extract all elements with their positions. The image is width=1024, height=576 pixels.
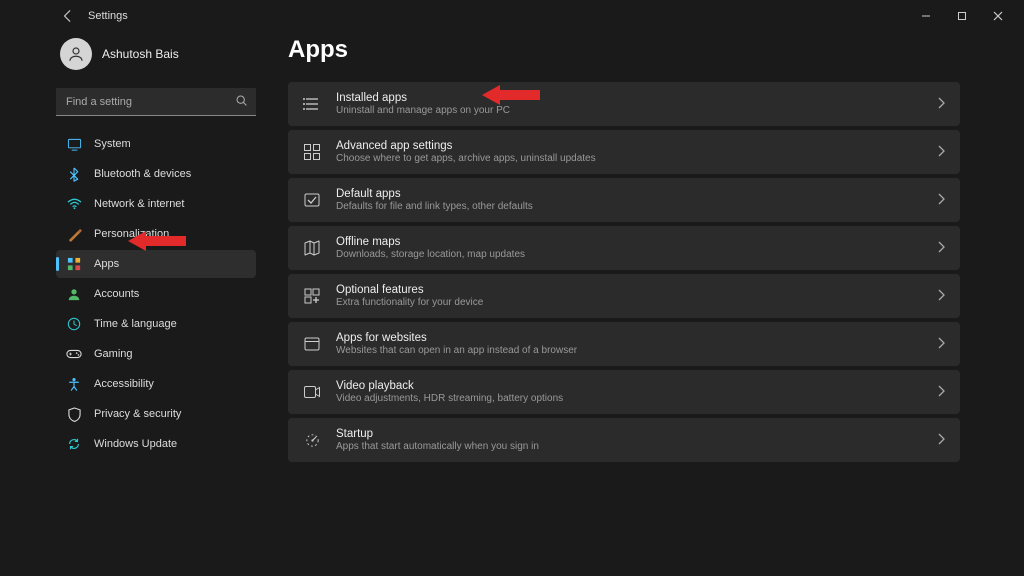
app-title: Settings	[88, 10, 128, 22]
close-icon	[993, 11, 1003, 21]
sidebar-item-label: Apps	[94, 258, 119, 270]
maximize-icon	[957, 11, 967, 21]
apps-websites-icon	[302, 334, 322, 354]
chevron-right-icon	[936, 97, 946, 112]
chevron-right-icon	[936, 193, 946, 208]
card-apps-for-websites[interactable]: Apps for websitesWebsites that can open …	[288, 322, 960, 366]
optional-features-icon	[302, 286, 322, 306]
default-apps-icon	[302, 190, 322, 210]
card-offline-maps[interactable]: Offline mapsDownloads, storage location,…	[288, 226, 960, 270]
card-startup[interactable]: StartupApps that start automatically whe…	[288, 418, 960, 462]
card-advanced-app-settings[interactable]: Advanced app settingsChoose where to get…	[288, 130, 960, 174]
sidebar-item-personalization[interactable]: Personalization	[56, 220, 256, 248]
card-desc: Websites that can open in an app instead…	[336, 345, 922, 356]
chevron-right-icon	[936, 385, 946, 400]
sidebar-item-gaming[interactable]: Gaming	[56, 340, 256, 368]
sidebar-item-label: System	[94, 138, 131, 150]
sidebar-item-label: Gaming	[94, 348, 133, 360]
sidebar-item-system[interactable]: System	[56, 130, 256, 158]
advanced-settings-icon	[302, 142, 322, 162]
card-desc: Downloads, storage location, map updates	[336, 249, 922, 260]
titlebar: Settings	[0, 0, 1024, 32]
chevron-right-icon	[936, 289, 946, 304]
sidebar-item-network[interactable]: Network & internet	[56, 190, 256, 218]
chevron-right-icon	[936, 337, 946, 352]
card-video-playback[interactable]: Video playbackVideo adjustments, HDR str…	[288, 370, 960, 414]
privacy-icon	[66, 406, 82, 422]
search-input[interactable]	[56, 88, 256, 116]
video-icon	[302, 382, 322, 402]
update-icon	[66, 436, 82, 452]
chevron-right-icon	[936, 241, 946, 256]
minimize-icon	[921, 11, 931, 21]
sidebar-item-label: Personalization	[94, 228, 169, 240]
time-icon	[66, 316, 82, 332]
card-desc: Defaults for file and link types, other …	[336, 201, 922, 212]
installed-apps-icon	[302, 94, 322, 114]
card-default-apps[interactable]: Default appsDefaults for file and link t…	[288, 178, 960, 222]
card-title: Video playback	[336, 380, 922, 392]
close-button[interactable]	[980, 2, 1016, 30]
card-desc: Extra functionality for your device	[336, 297, 922, 308]
bluetooth-icon	[66, 166, 82, 182]
sidebar-item-time[interactable]: Time & language	[56, 310, 256, 338]
gaming-icon	[66, 346, 82, 362]
back-button[interactable]	[56, 4, 80, 28]
search-icon	[235, 94, 248, 110]
sidebar-item-apps[interactable]: Apps	[56, 250, 256, 278]
accounts-icon	[66, 286, 82, 302]
minimize-button[interactable]	[908, 2, 944, 30]
card-desc: Video adjustments, HDR streaming, batter…	[336, 393, 922, 404]
sidebar-item-label: Time & language	[94, 318, 177, 330]
user-name: Ashutosh Bais	[102, 47, 179, 61]
system-icon	[66, 136, 82, 152]
apps-icon	[66, 256, 82, 272]
sidebar-item-bluetooth[interactable]: Bluetooth & devices	[56, 160, 256, 188]
card-desc: Uninstall and manage apps on your PC	[336, 105, 922, 116]
sidebar: Ashutosh Bais System Bluetooth & devices…	[56, 32, 256, 576]
profile[interactable]: Ashutosh Bais	[56, 32, 256, 84]
sidebar-item-label: Network & internet	[94, 198, 184, 210]
sidebar-item-privacy[interactable]: Privacy & security	[56, 400, 256, 428]
chevron-right-icon	[936, 433, 946, 448]
settings-list: Installed appsUninstall and manage apps …	[288, 82, 960, 462]
card-installed-apps[interactable]: Installed appsUninstall and manage apps …	[288, 82, 960, 126]
sidebar-item-label: Privacy & security	[94, 408, 181, 420]
card-title: Apps for websites	[336, 332, 922, 344]
window-controls	[908, 2, 1016, 30]
sidebar-item-label: Accounts	[94, 288, 139, 300]
personalization-icon	[66, 226, 82, 242]
page-title: Apps	[288, 36, 960, 64]
sidebar-item-update[interactable]: Windows Update	[56, 430, 256, 458]
arrow-left-icon	[61, 9, 75, 23]
card-title: Startup	[336, 428, 922, 440]
avatar	[60, 38, 92, 70]
sidebar-item-accounts[interactable]: Accounts	[56, 280, 256, 308]
search-container	[56, 88, 256, 116]
sidebar-item-label: Windows Update	[94, 438, 177, 450]
network-icon	[66, 196, 82, 212]
nav-list: System Bluetooth & devices Network & int…	[56, 130, 256, 458]
sidebar-item-accessibility[interactable]: Accessibility	[56, 370, 256, 398]
maximize-button[interactable]	[944, 2, 980, 30]
card-title: Advanced app settings	[336, 140, 922, 152]
person-icon	[67, 45, 85, 63]
card-optional-features[interactable]: Optional featuresExtra functionality for…	[288, 274, 960, 318]
card-title: Optional features	[336, 284, 922, 296]
card-title: Installed apps	[336, 92, 922, 104]
startup-icon	[302, 430, 322, 450]
main-panel: Apps Installed appsUninstall and manage …	[256, 32, 1000, 576]
maps-icon	[302, 238, 322, 258]
card-desc: Apps that start automatically when you s…	[336, 441, 922, 452]
card-desc: Choose where to get apps, archive apps, …	[336, 153, 922, 164]
card-title: Offline maps	[336, 236, 922, 248]
sidebar-item-label: Bluetooth & devices	[94, 168, 191, 180]
sidebar-item-label: Accessibility	[94, 378, 154, 390]
card-title: Default apps	[336, 188, 922, 200]
accessibility-icon	[66, 376, 82, 392]
chevron-right-icon	[936, 145, 946, 160]
